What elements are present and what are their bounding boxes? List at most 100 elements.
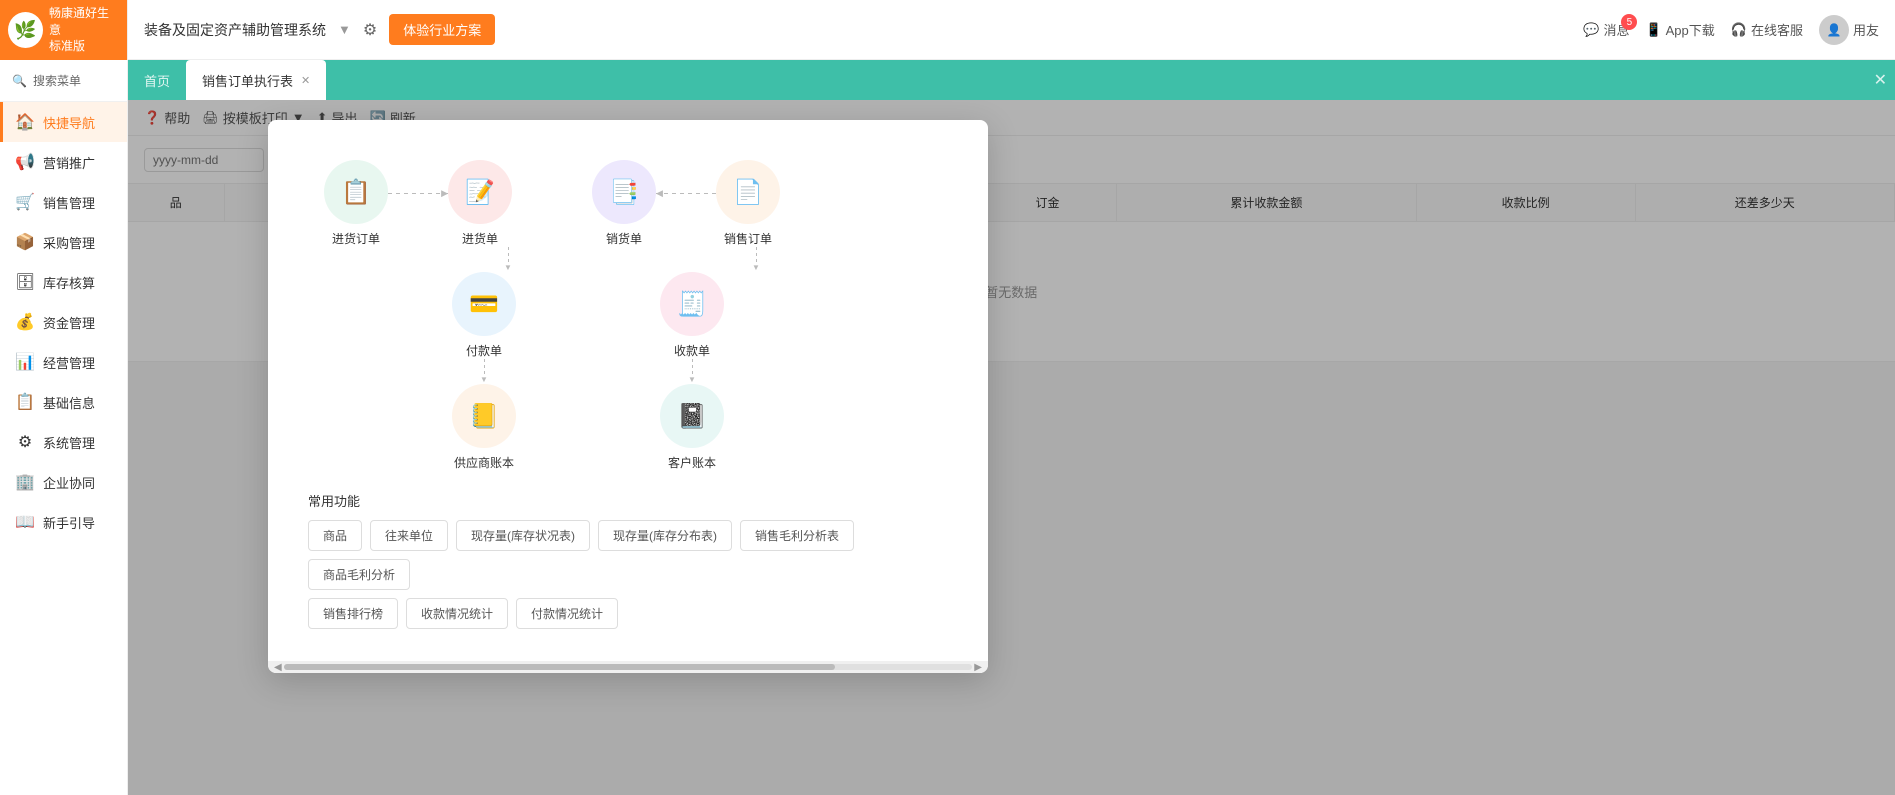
scroll-right-arrow[interactable]: ▶ bbox=[972, 662, 984, 673]
avatar: 👤 bbox=[1819, 15, 1849, 45]
system-icon: ⚙ bbox=[15, 432, 35, 452]
topbar-right: 💬 消息 5 📱 App下载 🎧 在线客服 👤 用友 bbox=[1583, 15, 1879, 45]
main-content: 装备及固定资产辅助管理系统 ▼ ⚙ 体验行业方案 💬 消息 5 📱 App下载 … bbox=[128, 0, 1895, 795]
basic-info-icon: 📋 bbox=[15, 392, 35, 412]
user-menu[interactable]: 👤 用友 bbox=[1819, 15, 1879, 45]
purchase-order-label: 进货订单 bbox=[332, 230, 380, 247]
flow-node-sales-order[interactable]: 📄 销售订单 bbox=[716, 160, 780, 247]
func-btn-4[interactable]: 销售毛利分析表 bbox=[740, 520, 854, 551]
function-btn-group-1: 商品 往来单位 现存量(库存状况表) 现存量(库存分布表) 销售毛利分析表 商品… bbox=[308, 520, 948, 590]
sales-icon: 🛒 bbox=[15, 192, 35, 212]
sidebar-item-label: 采购管理 bbox=[43, 233, 95, 252]
search-menu-label: 搜索菜单 bbox=[33, 72, 81, 89]
func-btn-6[interactable]: 销售排行榜 bbox=[308, 598, 398, 629]
common-functions-title: 常用功能 bbox=[308, 491, 948, 510]
operations-icon: 📊 bbox=[15, 352, 35, 372]
sidebar-logo: 🌿 畅康通好生意 标准版 bbox=[0, 0, 127, 60]
service-icon: 🎧 bbox=[1731, 22, 1747, 38]
function-btn-group-2: 销售排行榜 收款情况统计 付款情况统计 bbox=[308, 598, 948, 629]
sidebar-item-operations[interactable]: 📊 经营管理 bbox=[0, 342, 127, 382]
purchase-order-icon: 📋 bbox=[324, 160, 388, 224]
content-area: ❓ 帮助 🖨 按模板打印 ▼ ⬆ 导出 🔄 刷新 📅 单据状态 bbox=[128, 100, 1895, 795]
system-title: 装备及固定资产辅助管理系统 bbox=[144, 20, 326, 40]
func-btn-0[interactable]: 商品 bbox=[308, 520, 362, 551]
phone-icon: 📱 bbox=[1645, 22, 1661, 38]
flow-node-supplier-ledger[interactable]: 📒 供应商账本 bbox=[452, 384, 516, 471]
sidebar-item-inventory[interactable]: 🗄 库存核算 bbox=[0, 262, 127, 302]
func-btn-1[interactable]: 往来单位 bbox=[370, 520, 448, 551]
sidebar-item-basic-info[interactable]: 📋 基础信息 bbox=[0, 382, 127, 422]
supplier-ledger-label: 供应商账本 bbox=[454, 454, 514, 471]
flow-node-payment-bill[interactable]: 💳 付款单 bbox=[452, 272, 516, 359]
purchase-bill-icon: 📝 bbox=[448, 160, 512, 224]
payment-bill-label: 付款单 bbox=[466, 342, 502, 359]
tab-sales-order-exec[interactable]: 销售订单执行表 ✕ bbox=[186, 60, 326, 100]
modal-scrollbar: ◀ ▶ bbox=[268, 661, 988, 673]
message-icon: 💬 bbox=[1583, 22, 1599, 38]
quick-nav-modal: 📋 进货订单 ▶ 📝 进货单 bbox=[268, 120, 988, 673]
flow-node-receipt-bill[interactable]: 🧾 收款单 bbox=[660, 272, 724, 359]
app-download-label: App下载 bbox=[1666, 20, 1715, 39]
sidebar-item-label: 库存核算 bbox=[43, 273, 95, 292]
sidebar-item-label: 新手引导 bbox=[43, 513, 95, 532]
sidebar-item-label: 营销推广 bbox=[43, 153, 95, 172]
app-download-button[interactable]: 📱 App下载 bbox=[1645, 20, 1714, 39]
dropdown-icon[interactable]: ▼ bbox=[338, 22, 351, 37]
message-button[interactable]: 💬 消息 5 bbox=[1583, 20, 1629, 39]
flow-node-purchase-bill[interactable]: 📝 进货单 bbox=[448, 160, 512, 247]
try-industry-button[interactable]: 体验行业方案 bbox=[389, 14, 495, 45]
search-icon: 🔍 bbox=[12, 74, 27, 88]
receipt-bill-icon: 🧾 bbox=[660, 272, 724, 336]
user-label: 用友 bbox=[1853, 20, 1879, 39]
enterprise-icon: 🏢 bbox=[15, 472, 35, 492]
online-service-label: 在线客服 bbox=[1751, 20, 1803, 39]
scrollbar-thumb bbox=[284, 664, 835, 670]
sidebar-item-quick-nav[interactable]: 🏠 快捷导航 bbox=[0, 102, 127, 142]
purchase-icon: 📦 bbox=[15, 232, 35, 252]
sales-order-icon: 📄 bbox=[716, 160, 780, 224]
sidebar-item-label: 基础信息 bbox=[43, 393, 95, 412]
customer-ledger-label: 客户账本 bbox=[668, 454, 716, 471]
search-menu-button[interactable]: 🔍 搜索菜单 bbox=[8, 68, 119, 93]
supplier-ledger-icon: 📒 bbox=[452, 384, 516, 448]
func-btn-2[interactable]: 现存量(库存状况表) bbox=[456, 520, 590, 551]
logo-icon: 🌿 bbox=[8, 12, 43, 48]
scrollbar-track[interactable] bbox=[284, 664, 973, 670]
sidebar-item-label: 经营管理 bbox=[43, 353, 95, 372]
tab-home[interactable]: 首页 bbox=[128, 60, 186, 100]
inventory-icon: 🗄 bbox=[15, 272, 35, 292]
sidebar-item-purchase[interactable]: 📦 采购管理 bbox=[0, 222, 127, 262]
finance-icon: 💰 bbox=[15, 312, 35, 332]
sidebar-item-sales[interactable]: 🛒 销售管理 bbox=[0, 182, 127, 222]
sidebar-item-label: 销售管理 bbox=[43, 193, 95, 212]
sidebar-item-guide[interactable]: 📖 新手引导 bbox=[0, 502, 127, 542]
tab-close-icon[interactable]: ✕ bbox=[301, 74, 310, 87]
func-btn-3[interactable]: 现存量(库存分布表) bbox=[598, 520, 732, 551]
sales-bill-icon: 📑 bbox=[592, 160, 656, 224]
settings-icon[interactable]: ⚙ bbox=[363, 20, 377, 40]
receipt-bill-label: 收款单 bbox=[674, 342, 710, 359]
flow-node-sales-bill[interactable]: 📑 销货单 bbox=[592, 160, 656, 247]
scroll-left-arrow[interactable]: ◀ bbox=[272, 662, 284, 673]
func-btn-8[interactable]: 付款情况统计 bbox=[516, 598, 618, 629]
tab-sales-order-exec-label: 销售订单执行表 bbox=[202, 71, 293, 90]
purchase-bill-label: 进货单 bbox=[462, 230, 498, 247]
sidebar-item-finance[interactable]: 💰 资金管理 bbox=[0, 302, 127, 342]
guide-icon: 📖 bbox=[15, 512, 35, 532]
sidebar: 🌿 畅康通好生意 标准版 🔍 搜索菜单 🏠 快捷导航 📢 营销推广 🛒 销售管理… bbox=[0, 0, 128, 795]
flow-node-purchase-order[interactable]: 📋 进货订单 bbox=[324, 160, 388, 247]
func-btn-5[interactable]: 商品毛利分析 bbox=[308, 559, 410, 590]
func-btn-7[interactable]: 收款情况统计 bbox=[406, 598, 508, 629]
flow-node-customer-ledger[interactable]: 📓 客户账本 bbox=[660, 384, 724, 471]
online-service-button[interactable]: 🎧 在线客服 bbox=[1731, 20, 1803, 39]
message-badge: 5 bbox=[1621, 14, 1637, 30]
marketing-icon: 📢 bbox=[15, 152, 35, 172]
close-all-icon[interactable]: ✕ bbox=[1874, 72, 1887, 89]
sidebar-item-label: 资金管理 bbox=[43, 313, 95, 332]
sidebar-item-enterprise[interactable]: 🏢 企业协同 bbox=[0, 462, 127, 502]
sidebar-item-system[interactable]: ⚙ 系统管理 bbox=[0, 422, 127, 462]
common-functions-section: 常用功能 商品 往来单位 现存量(库存状况表) 现存量(库存分布表) 销售毛利分… bbox=[300, 491, 956, 629]
sales-bill-label: 销货单 bbox=[606, 230, 642, 247]
sidebar-search-area: 🔍 搜索菜单 bbox=[0, 60, 127, 102]
sidebar-item-marketing[interactable]: 📢 营销推广 bbox=[0, 142, 127, 182]
